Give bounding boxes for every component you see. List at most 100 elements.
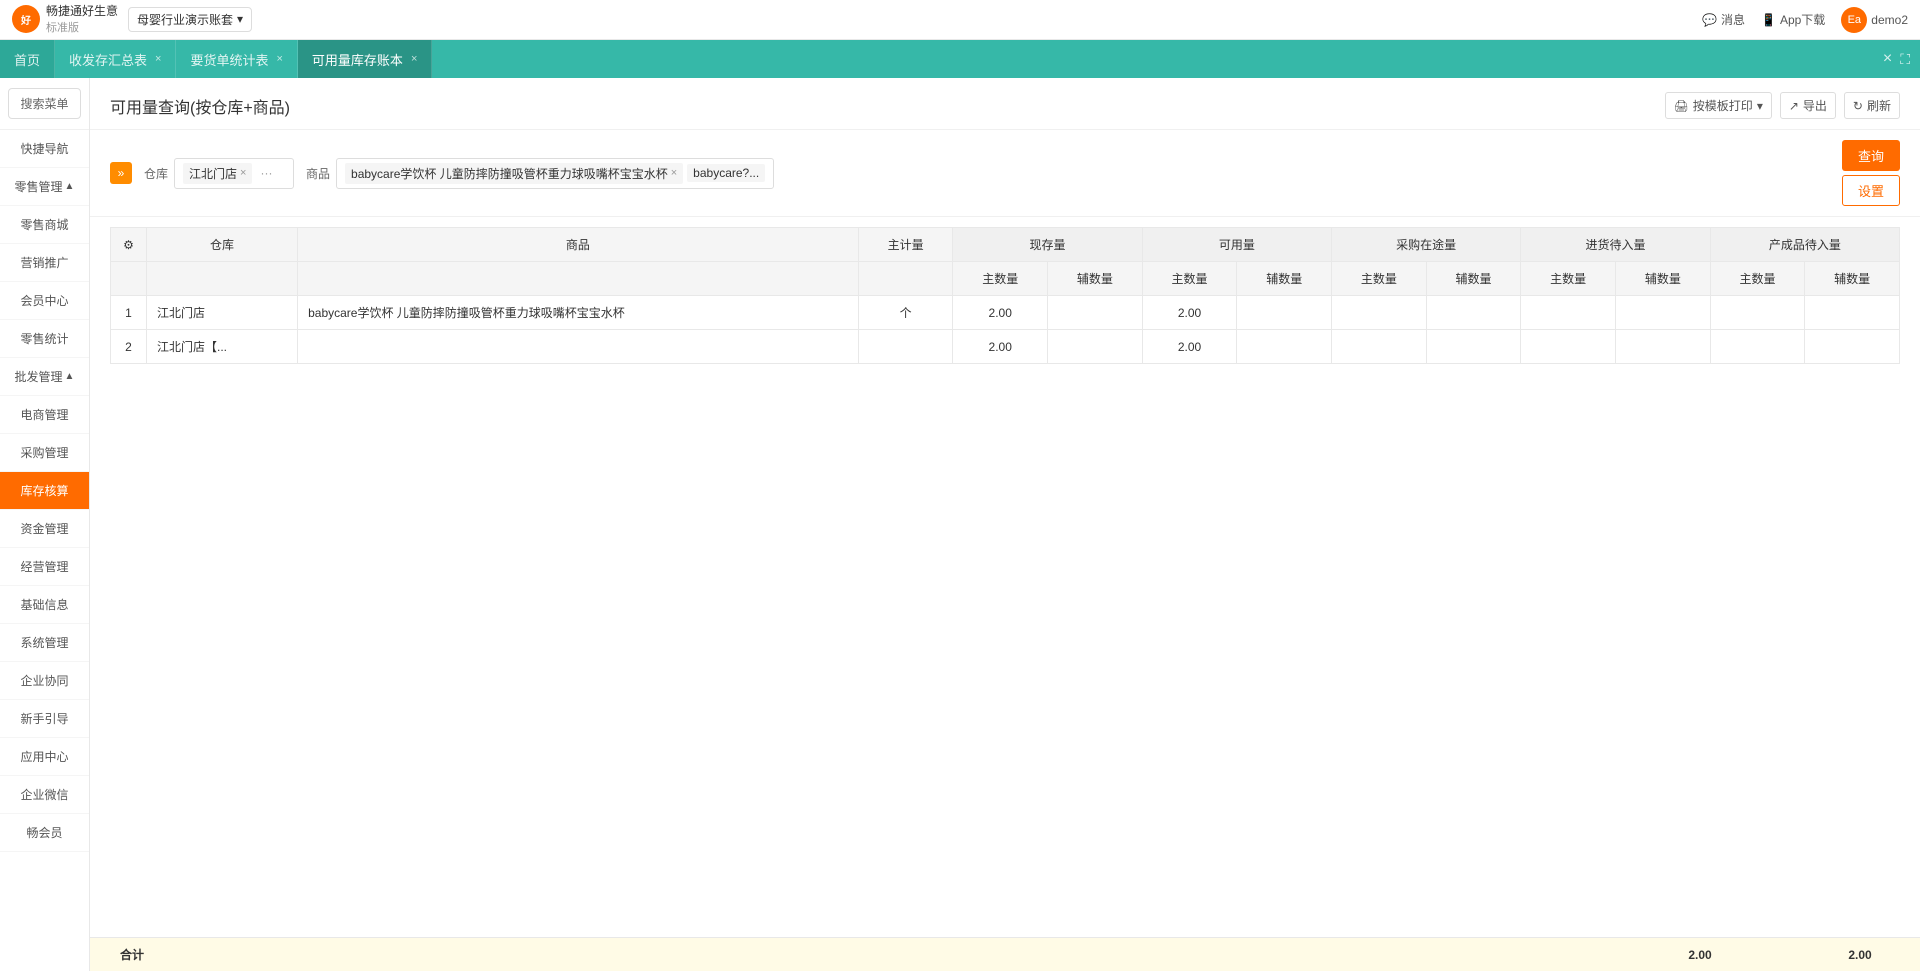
td-current-aux bbox=[1048, 296, 1143, 330]
sidebar-item-enterprise-collab[interactable]: 企业协同 bbox=[0, 662, 89, 700]
close-all-tabs-btn[interactable]: × bbox=[1883, 50, 1892, 68]
app-download-btn[interactable]: 📱 App下载 bbox=[1761, 11, 1825, 28]
sidebar-item-purchase[interactable]: 采购管理 bbox=[0, 434, 89, 472]
tab-available-close[interactable]: × bbox=[411, 53, 417, 65]
th-purchase-aux: 辅数量 bbox=[1426, 262, 1521, 296]
th-product-sub bbox=[298, 262, 859, 296]
th-inbound-pending: 进货待入量 bbox=[1521, 228, 1710, 262]
tab-order-label: 要货单统计表 bbox=[190, 50, 268, 69]
refresh-icon: ↻ bbox=[1853, 99, 1863, 113]
sidebar-item-retail-stats[interactable]: 零售统计 bbox=[0, 320, 89, 358]
td-available-aux bbox=[1237, 330, 1332, 364]
filter-toggle-btn[interactable]: » bbox=[110, 162, 132, 184]
th-settings[interactable]: ⚙ bbox=[111, 228, 147, 262]
th-inbound-main: 主数量 bbox=[1521, 262, 1616, 296]
sidebar-item-app-center[interactable]: 应用中心 bbox=[0, 738, 89, 776]
warehouse-input[interactable]: 江北门店 × ··· bbox=[174, 158, 294, 189]
td-unit bbox=[858, 330, 953, 364]
td-production-aux bbox=[1805, 296, 1900, 330]
td-warehouse: 江北门店 bbox=[147, 296, 298, 330]
sidebar-item-enterprise-wechat[interactable]: 企业微信 bbox=[0, 776, 89, 814]
th-warehouse: 仓库 bbox=[147, 228, 298, 262]
top-bar-right: 💬 消息 📱 App下载 Ea demo2 bbox=[1702, 7, 1908, 33]
td-available-main: 2.00 bbox=[1142, 330, 1237, 364]
refresh-btn[interactable]: ↻ 刷新 bbox=[1844, 92, 1900, 119]
sidebar-item-marketing[interactable]: 营销推广 bbox=[0, 244, 89, 282]
th-purchase-main: 主数量 bbox=[1332, 262, 1427, 296]
search-menu-btn[interactable]: 搜索菜单 bbox=[8, 88, 81, 119]
export-icon: ↗ bbox=[1789, 99, 1799, 113]
user-area[interactable]: Ea demo2 bbox=[1841, 7, 1908, 33]
table-row: 1 江北门店 babycare学饮杯 儿童防摔防撞吸管杯重力球吸嘴杯宝宝水杯 个… bbox=[111, 296, 1900, 330]
message-icon: 💬 bbox=[1702, 13, 1717, 27]
sidebar-item-quick-nav[interactable]: 快捷导航 bbox=[0, 130, 89, 168]
query-btn[interactable]: 查询 bbox=[1842, 140, 1900, 171]
tab-receive-close[interactable]: × bbox=[155, 53, 161, 65]
sidebar-item-basic-info[interactable]: 基础信息 bbox=[0, 586, 89, 624]
tab-order-close[interactable]: × bbox=[276, 53, 282, 65]
tab-receive-summary[interactable]: 收发存汇总表 × bbox=[55, 40, 176, 78]
org-selector[interactable]: 母婴行业演示账套 ▾ bbox=[128, 7, 252, 32]
td-current-main: 2.00 bbox=[953, 330, 1048, 364]
chevron-down-icon: ▾ bbox=[237, 12, 243, 26]
th-available: 可用量 bbox=[1142, 228, 1331, 262]
warehouse-more-btn[interactable]: ··· bbox=[256, 166, 276, 180]
td-inbound-aux bbox=[1616, 330, 1711, 364]
warehouse-tag-text: 江北门店 bbox=[189, 165, 237, 182]
th-settings-sub bbox=[111, 262, 147, 296]
sidebar-item-beginner-guide[interactable]: 新手引导 bbox=[0, 700, 89, 738]
main-layout: 搜索菜单 快捷导航 零售管理 ▲ 零售商城 营销推广 会员中心 零售统计 批发管… bbox=[0, 78, 1920, 971]
sidebar-item-member-center[interactable]: 会员中心 bbox=[0, 282, 89, 320]
page-actions: 🖨 按模板打印 ▾ ↗ 导出 ↻ 刷新 bbox=[1665, 92, 1900, 119]
sidebar-item-wholesale[interactable]: 批发管理 ▲ bbox=[0, 358, 89, 396]
sidebar-item-ecommerce[interactable]: 电商管理 bbox=[0, 396, 89, 434]
td-available-main: 2.00 bbox=[1142, 296, 1237, 330]
td-inbound-aux bbox=[1616, 296, 1711, 330]
warehouse-remove-btn[interactable]: × bbox=[240, 167, 246, 179]
th-unit: 主计量 bbox=[858, 228, 953, 262]
chevron-down-icon-print: ▾ bbox=[1757, 99, 1763, 113]
product-tag-1: babycare学饮杯 儿童防摔防撞吸管杯重力球吸嘴杯宝宝水杯 × bbox=[345, 163, 683, 184]
filter-actions: 查询 设置 bbox=[1842, 140, 1900, 206]
sidebar-item-wholesale-label: 批发管理 bbox=[15, 368, 63, 385]
td-warehouse: 江北门店【... bbox=[147, 330, 298, 364]
sidebar-item-inventory[interactable]: 库存核算 bbox=[0, 472, 89, 510]
template-print-btn[interactable]: 🖨 按模板打印 ▾ bbox=[1665, 92, 1772, 119]
product-input[interactable]: babycare学饮杯 儿童防摔防撞吸管杯重力球吸嘴杯宝宝水杯 × babyca… bbox=[336, 158, 774, 189]
td-purchase-main bbox=[1332, 296, 1427, 330]
sidebar-item-retail-mall[interactable]: 零售商城 bbox=[0, 206, 89, 244]
page-header: 可用量查询(按仓库+商品) 🖨 按模板打印 ▾ ↗ 导出 ↻ 刷新 bbox=[90, 78, 1920, 130]
sidebar-item-system[interactable]: 系统管理 bbox=[0, 624, 89, 662]
refresh-label: 刷新 bbox=[1867, 97, 1891, 114]
table-container: ⚙ 仓库 商品 主计量 现存量 可用量 采购在途量 进货待入量 产成品待入量 bbox=[90, 227, 1920, 384]
export-btn[interactable]: ↗ 导出 bbox=[1780, 92, 1836, 119]
user-name: demo2 bbox=[1871, 13, 1908, 27]
sidebar-item-finance[interactable]: 资金管理 bbox=[0, 510, 89, 548]
top-bar: 好 畅捷通好生意 标准版 母婴行业演示账套 ▾ 💬 消息 📱 App下载 Ea … bbox=[0, 0, 1920, 40]
product-tag-1-remove[interactable]: × bbox=[671, 167, 677, 179]
td-current-aux bbox=[1048, 330, 1143, 364]
chevron-icon-2: ▲ bbox=[65, 371, 75, 382]
td-current-main: 2.00 bbox=[953, 296, 1048, 330]
sidebar-item-chang-member[interactable]: 畅会员 bbox=[0, 814, 89, 852]
tab-home[interactable]: 首页 bbox=[0, 40, 55, 78]
th-purchase-transit: 采购在途量 bbox=[1332, 228, 1521, 262]
top-bar-left: 好 畅捷通好生意 标准版 母婴行业演示账套 ▾ bbox=[12, 4, 252, 34]
content-area: 可用量查询(按仓库+商品) 🖨 按模板打印 ▾ ↗ 导出 ↻ 刷新 bbox=[90, 78, 1920, 971]
page-container: 可用量查询(按仓库+商品) 🖨 按模板打印 ▾ ↗ 导出 ↻ 刷新 bbox=[90, 78, 1920, 971]
th-current-main: 主数量 bbox=[953, 262, 1048, 296]
th-unit-sub bbox=[858, 262, 953, 296]
expand-btn[interactable]: ⛶ bbox=[1900, 51, 1910, 68]
settings-filter-btn[interactable]: 设置 bbox=[1842, 175, 1900, 206]
th-production-pending: 产成品待入量 bbox=[1710, 228, 1899, 262]
tab-available-inventory[interactable]: 可用量库存账本 × bbox=[298, 40, 432, 78]
message-btn[interactable]: 💬 消息 bbox=[1702, 11, 1745, 28]
th-production-main: 主数量 bbox=[1710, 262, 1805, 296]
sidebar-item-operations[interactable]: 经营管理 bbox=[0, 548, 89, 586]
export-label: 导出 bbox=[1803, 97, 1827, 114]
sidebar-item-retail-mgmt[interactable]: 零售管理 ▲ bbox=[0, 168, 89, 206]
tab-order-stats[interactable]: 要货单统计表 × bbox=[176, 40, 297, 78]
printer-icon: 🖨 bbox=[1674, 99, 1689, 113]
tab-receive-label: 收发存汇总表 bbox=[69, 50, 147, 69]
product-filter: 商品 babycare学饮杯 儿童防摔防撞吸管杯重力球吸嘴杯宝宝水杯 × bab… bbox=[306, 158, 774, 189]
